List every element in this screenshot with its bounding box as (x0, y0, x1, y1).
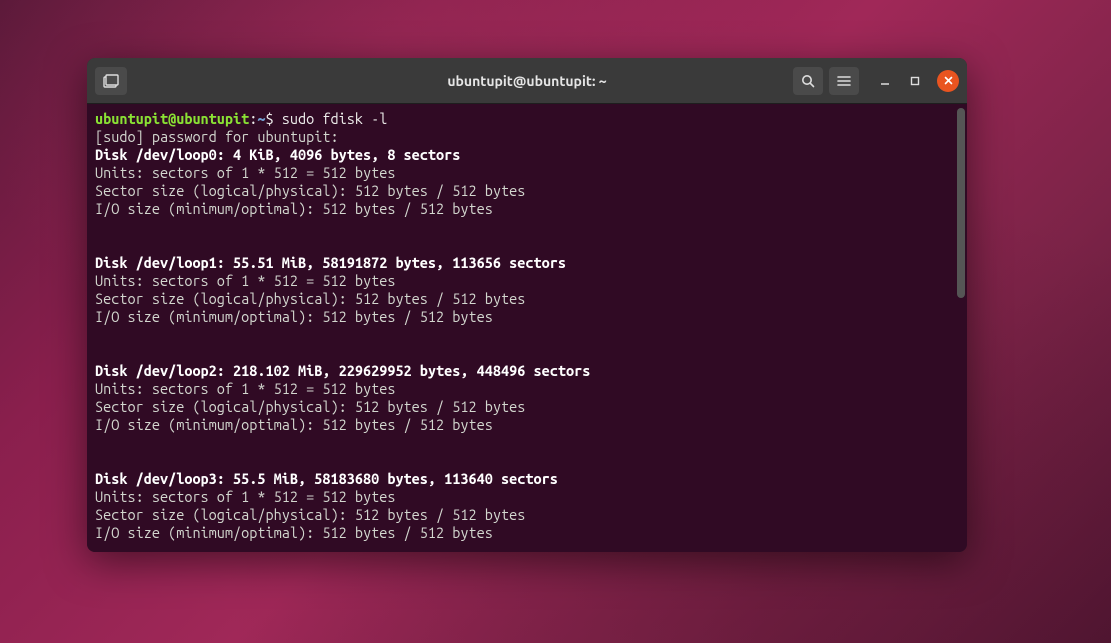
new-tab-icon (103, 74, 119, 88)
hamburger-icon (837, 75, 851, 87)
prompt-user-host: ubuntupit@ubuntupit (95, 110, 249, 127)
disk3-sector: Sector size (logical/physical): 512 byte… (95, 506, 525, 523)
search-button[interactable] (793, 67, 823, 95)
window-controls (877, 70, 959, 92)
close-button[interactable] (937, 70, 959, 92)
disk1-units: Units: sectors of 1 * 512 = 512 bytes (95, 272, 395, 289)
window-title: ubuntupit@ubuntupit: ~ (447, 73, 606, 89)
disk0-sector: Sector size (logical/physical): 512 byte… (95, 182, 525, 199)
prompt-path: ~ (257, 110, 265, 127)
disk2-io: I/O size (minimum/optimal): 512 bytes / … (95, 416, 493, 433)
disk1-header: Disk /dev/loop1: 55.51 MiB, 58191872 byt… (95, 254, 566, 271)
disk1-sector: Sector size (logical/physical): 512 byte… (95, 290, 525, 307)
disk2-header: Disk /dev/loop2: 218.102 MiB, 229629952 … (95, 362, 590, 379)
disk3-units: Units: sectors of 1 * 512 = 512 bytes (95, 488, 395, 505)
menu-button[interactable] (829, 67, 859, 95)
disk3-io: I/O size (minimum/optimal): 512 bytes / … (95, 524, 493, 541)
new-tab-button[interactable] (95, 67, 127, 95)
minimize-button[interactable] (877, 73, 893, 89)
maximize-button[interactable] (907, 73, 923, 89)
disk3-header: Disk /dev/loop3: 55.5 MiB, 58183680 byte… (95, 470, 558, 487)
titlebar-right (793, 67, 959, 95)
prompt-symbol: $ (266, 110, 282, 127)
disk1-io: I/O size (minimum/optimal): 512 bytes / … (95, 308, 493, 325)
command-text: sudo fdisk -l (282, 110, 388, 127)
disk2-units: Units: sectors of 1 * 512 = 512 bytes (95, 380, 395, 397)
scrollbar-thumb[interactable] (957, 108, 965, 298)
close-icon (944, 76, 953, 85)
disk0-header: Disk /dev/loop0: 4 KiB, 4096 bytes, 8 se… (95, 146, 460, 163)
sudo-password-prompt: [sudo] password for ubuntupit: (95, 128, 339, 145)
disk2-sector: Sector size (logical/physical): 512 byte… (95, 398, 525, 415)
disk0-units: Units: sectors of 1 * 512 = 512 bytes (95, 164, 395, 181)
search-icon (801, 74, 815, 88)
maximize-icon (910, 76, 920, 86)
titlebar[interactable]: ubuntupit@ubuntupit: ~ (87, 58, 967, 104)
disk0-io: I/O size (minimum/optimal): 512 bytes / … (95, 200, 493, 217)
terminal-body[interactable]: ubuntupit@ubuntupit:~$ sudo fdisk -l [su… (87, 104, 967, 552)
minimize-icon (880, 76, 890, 86)
terminal-window: ubuntupit@ubuntupit: ~ (87, 58, 967, 552)
